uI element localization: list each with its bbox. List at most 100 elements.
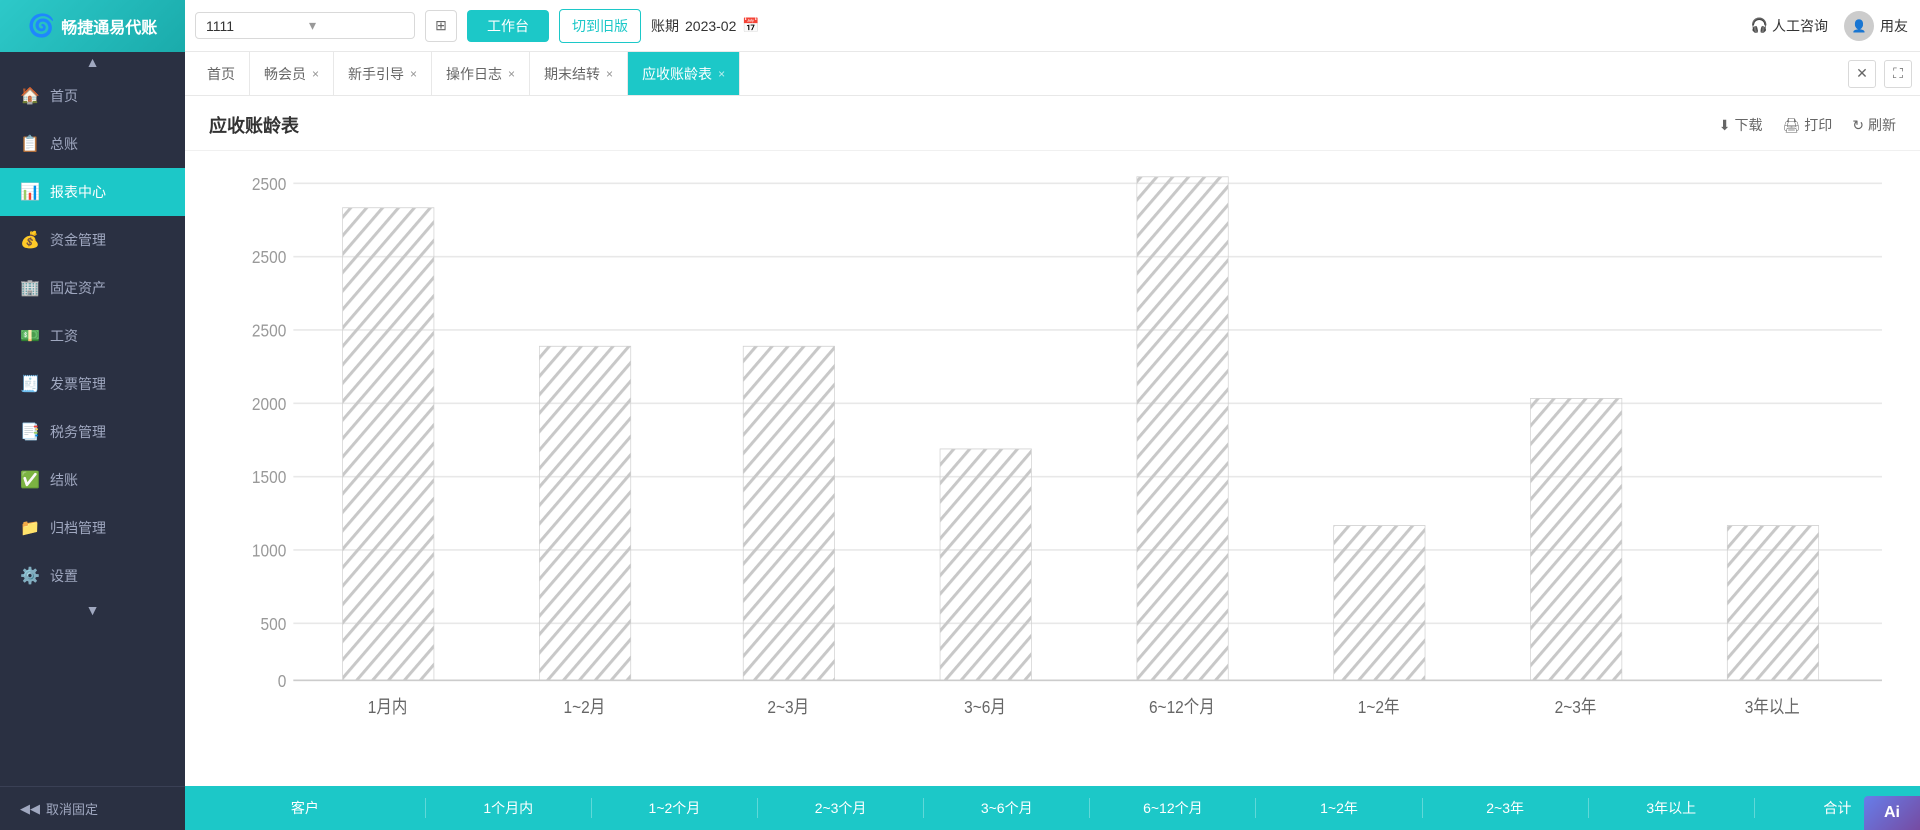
print-button[interactable]: 🖨 打印 — [1782, 115, 1832, 135]
copy-button[interactable]: ⊞ — [425, 10, 457, 42]
cancel-fixed-button[interactable]: ◀◀ 取消固定 — [0, 787, 185, 830]
tab-home-label: 首页 — [207, 64, 235, 84]
sidebar-label-home: 首页 — [50, 86, 78, 106]
salary-icon: 💵 — [20, 326, 40, 346]
company-select[interactable]: 1111 ▾ — [195, 12, 415, 39]
sidebar-label-tax: 税务管理 — [50, 422, 106, 442]
tab-member-label: 畅会员 — [264, 64, 306, 84]
refresh-button[interactable]: ↻ 刷新 — [1852, 115, 1896, 135]
reports-icon: 📊 — [20, 182, 40, 202]
checkout-icon: ✅ — [20, 470, 40, 490]
sidebar-label-settings: 设置 — [50, 566, 78, 586]
logo-text: 畅捷通易代账 — [61, 14, 157, 38]
sidebar-bottom: ◀◀ 取消固定 — [0, 786, 185, 830]
tab-period-end-label: 期末结转 — [544, 64, 600, 84]
svg-text:2500: 2500 — [252, 320, 286, 340]
period-label: 账期 — [651, 16, 679, 36]
tab-bar: 首页 畅会员 × 新手引导 × 操作日志 × 期末结转 × 应收账龄表 × — [185, 52, 1920, 96]
svg-text:6~12个月: 6~12个月 — [1149, 697, 1215, 717]
tax-icon: 📑 — [20, 422, 40, 442]
tab-guide-label: 新手引导 — [348, 64, 404, 84]
svg-text:2500: 2500 — [252, 247, 286, 267]
ai-badge[interactable]: Ai — [1864, 796, 1920, 830]
invoice-icon: 🧾 — [20, 374, 40, 394]
expand-tab-button[interactable]: ⛶ — [1884, 60, 1912, 88]
sidebar-item-reports[interactable]: 📊 报表中心 — [0, 168, 185, 216]
sidebar-item-salary[interactable]: 💵 工资 — [0, 312, 185, 360]
tab-guide[interactable]: 新手引导 × — [334, 52, 432, 96]
svg-text:2~3年: 2~3年 — [1555, 697, 1597, 717]
tab-aging-label: 应收账龄表 — [642, 64, 712, 84]
close-tab-button[interactable]: ✕ — [1848, 60, 1876, 88]
tab-oplog-close[interactable]: × — [508, 67, 515, 81]
tab-home[interactable]: 首页 — [193, 52, 250, 96]
sidebar-item-assets[interactable]: 🏢 固定资产 — [0, 264, 185, 312]
sidebar-label-checkout: 结账 — [50, 470, 78, 490]
workbench-button[interactable]: 工作台 — [467, 10, 549, 42]
sidebar-label-reports: 报表中心 — [50, 182, 106, 202]
sidebar-item-invoice[interactable]: 🧾 发票管理 — [0, 360, 185, 408]
th-1-2year: 1~2年 — [1256, 798, 1422, 818]
header-right: 🎧 人工咨询 👤 用友 — [1751, 11, 1908, 41]
tab-member-close[interactable]: × — [312, 67, 319, 81]
th-3-6month: 3~6个月 — [924, 798, 1090, 818]
svg-text:3~6月: 3~6月 — [964, 697, 1006, 717]
tab-oplog-label: 操作日志 — [446, 64, 502, 84]
logo: 🌀 畅捷通易代账 — [0, 0, 185, 52]
company-name: 1111 — [206, 18, 301, 34]
sidebar-label-assets: 固定资产 — [50, 278, 106, 298]
period-value: 2023-02 — [685, 18, 736, 34]
consult-label: 人工咨询 — [1772, 16, 1828, 36]
th-1-2month: 1~2个月 — [592, 798, 758, 818]
pin-icon: ◀◀ — [20, 801, 40, 817]
sidebar-item-checkout[interactable]: ✅ 结账 — [0, 456, 185, 504]
sidebar-scroll-down[interactable]: ▼ — [0, 600, 185, 620]
sidebar-item-archive[interactable]: 📁 归档管理 — [0, 504, 185, 552]
svg-text:1500: 1500 — [252, 467, 286, 487]
svg-text:2~3月: 2~3月 — [767, 697, 809, 717]
th-2-3year: 2~3年 — [1423, 798, 1589, 818]
switch-old-button[interactable]: 切到旧版 — [559, 9, 641, 43]
avatar: 👤 — [1844, 11, 1874, 41]
sidebar-item-settings[interactable]: ⚙️ 设置 — [0, 552, 185, 600]
sidebar-label-finance: 资金管理 — [50, 230, 106, 250]
tab-period-end-close[interactable]: × — [606, 67, 613, 81]
archive-icon: 📁 — [20, 518, 40, 538]
content-area: 首页 畅会员 × 新手引导 × 操作日志 × 期末结转 × 应收账龄表 × — [185, 52, 1920, 830]
top-header: 🌀 畅捷通易代账 1111 ▾ ⊞ 工作台 切到旧版 账期 2023-02 📅 … — [0, 0, 1920, 52]
refresh-icon: ↻ — [1852, 117, 1864, 134]
user-label: 用友 — [1880, 16, 1908, 36]
main-layout: ▲ 🏠 首页 📋 总账 📊 报表中心 💰 资金管理 🏢 固定资产 💵 工资 🧾 … — [0, 52, 1920, 830]
tab-aging[interactable]: 应收账龄表 × — [628, 52, 740, 96]
ai-badge-label: Ai — [1884, 804, 1900, 821]
sidebar-item-tax[interactable]: 📑 税务管理 — [0, 408, 185, 456]
th-customer: 客户 — [185, 798, 426, 818]
consult-button[interactable]: 🎧 人工咨询 — [1751, 16, 1828, 36]
tab-oplog[interactable]: 操作日志 × — [432, 52, 530, 96]
home-icon: 🏠 — [20, 86, 40, 106]
th-1month: 1个月内 — [426, 798, 592, 818]
cancel-fixed-label: 取消固定 — [46, 799, 98, 818]
tab-aging-close[interactable]: × — [718, 67, 725, 81]
download-button[interactable]: ⬇ 下载 — [1719, 115, 1763, 135]
svg-text:1月内: 1月内 — [368, 697, 408, 717]
tab-member[interactable]: 畅会员 × — [250, 52, 334, 96]
sidebar-scroll-up[interactable]: ▲ — [0, 52, 185, 72]
sidebar-item-home[interactable]: 🏠 首页 — [0, 72, 185, 120]
sidebar-label-invoice: 发票管理 — [50, 374, 106, 394]
tab-period-end[interactable]: 期末结转 × — [530, 52, 628, 96]
sidebar-item-ledger[interactable]: 📋 总账 — [0, 120, 185, 168]
user-area[interactable]: 👤 用友 — [1844, 11, 1908, 41]
chevron-down-icon: ▾ — [309, 17, 404, 34]
table-header-bar: 客户 1个月内 1~2个月 2~3个月 3~6个月 6~12个月 1~2年 2~… — [185, 786, 1920, 830]
sidebar-item-finance[interactable]: 💰 资金管理 — [0, 216, 185, 264]
sidebar: ▲ 🏠 首页 📋 总账 📊 报表中心 💰 资金管理 🏢 固定资产 💵 工资 🧾 … — [0, 52, 185, 830]
tab-guide-close[interactable]: × — [410, 67, 417, 81]
bar-chart: 2500 2500 2500 2000 1500 1000 500 0 — [209, 167, 1896, 770]
svg-text:1~2月: 1~2月 — [564, 697, 606, 717]
svg-text:500: 500 — [261, 614, 287, 634]
page-header: 应收账龄表 ⬇ 下载 🖨 打印 ↻ 刷新 — [185, 96, 1920, 151]
calendar-icon[interactable]: 📅 — [742, 17, 759, 34]
svg-text:2500: 2500 — [252, 174, 286, 194]
svg-text:1~2年: 1~2年 — [1358, 697, 1400, 717]
